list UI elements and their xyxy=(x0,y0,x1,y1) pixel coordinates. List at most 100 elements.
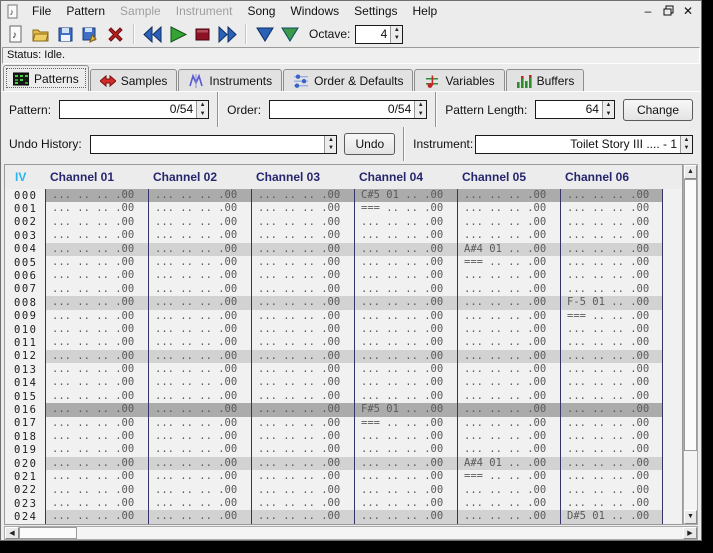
pattern-cell[interactable]: ... .. .. .00 xyxy=(148,510,251,524)
pattern-cell[interactable]: ... .. .. .00 xyxy=(45,296,148,310)
tracker-row[interactable]: 023... .. .. .00... .. .. .00... .. .. .… xyxy=(5,496,682,511)
tracker-row[interactable]: 005... .. .. .00... .. .. .00... .. .. .… xyxy=(5,255,682,270)
pattern-cell[interactable]: ... .. .. .00 xyxy=(354,282,457,297)
tab-samples[interactable]: Samples xyxy=(89,69,178,91)
pattern-cell[interactable]: ... .. .. .00 xyxy=(354,470,457,484)
undo-history-spin-buttons[interactable]: ▲ ▼ xyxy=(324,135,337,153)
pattern-cell[interactable]: ... .. .. .00 xyxy=(560,269,663,283)
pattern-cell[interactable]: ... .. .. .00 xyxy=(251,255,354,270)
tab-order-defaults[interactable]: Order & Defaults xyxy=(283,69,414,91)
pattern-cell[interactable]: ... .. .. .00 xyxy=(45,229,148,243)
pattern-cell[interactable]: ... .. .. .00 xyxy=(45,403,148,417)
menu-item-pattern[interactable]: Pattern xyxy=(59,3,112,19)
pattern-cell[interactable]: ... .. .. .00 xyxy=(560,215,663,230)
tracker-row[interactable]: 003... .. .. .00... .. .. .00... .. .. .… xyxy=(5,229,682,243)
tracker-row[interactable]: 016... .. .. .00... .. .. .00... .. .. .… xyxy=(5,403,682,417)
menu-item-windows[interactable]: Windows xyxy=(283,3,346,19)
pattern-cell[interactable]: ... .. .. .00 xyxy=(251,496,354,511)
octave-spin-buttons[interactable]: ▲ ▼ xyxy=(390,25,403,43)
horizontal-scrollbar[interactable]: ◀ ▶ xyxy=(4,525,698,540)
tracker-row[interactable]: 002... .. .. .00... .. .. .00... .. .. .… xyxy=(5,215,682,230)
tracker-grid[interactable]: 000... .. .. .00... .. .. .00... .. .. .… xyxy=(5,189,682,524)
tracker-row[interactable]: 006... .. .. .00... .. .. .00... .. .. .… xyxy=(5,269,682,283)
pattern-cell[interactable]: ... .. .. .00 xyxy=(148,349,251,364)
pattern-cell[interactable]: === .. .. .00 xyxy=(354,202,457,216)
tracker-row[interactable]: 019... .. .. .00... .. .. .00... .. .. .… xyxy=(5,443,682,457)
pattern-cell[interactable]: === .. .. .00 xyxy=(457,470,560,484)
pattern-cell[interactable]: ... .. .. .00 xyxy=(251,215,354,230)
pattern-cell[interactable]: ... .. .. .00 xyxy=(148,483,251,497)
pattern-cell[interactable]: ... .. .. .00 xyxy=(354,389,457,404)
pattern-cell[interactable]: ... .. .. .00 xyxy=(148,363,251,377)
pattern-cell[interactable]: ... .. .. .00 xyxy=(560,376,663,390)
pattern-cell[interactable]: ... .. .. .00 xyxy=(148,456,251,471)
scroll-left-icon[interactable]: ◀ xyxy=(5,526,19,539)
minimize-icon[interactable]: – xyxy=(642,5,654,17)
pattern-cell[interactable]: ... .. .. .00 xyxy=(354,456,457,471)
pattern-cell[interactable]: ... .. .. .00 xyxy=(45,389,148,404)
pattern-cell[interactable]: ... .. .. .00 xyxy=(560,189,663,203)
pattern-cell[interactable]: ... .. .. .00 xyxy=(148,202,251,216)
pattern-cell[interactable]: ... .. .. .00 xyxy=(148,229,251,243)
tracker-row[interactable]: 024... .. .. .00... .. .. .00... .. .. .… xyxy=(5,510,682,524)
pattern-cell[interactable]: ... .. .. .00 xyxy=(148,242,251,256)
tracker-row[interactable]: 015... .. .. .00... .. .. .00... .. .. .… xyxy=(5,389,682,404)
pattern-cell[interactable]: ... .. .. .00 xyxy=(354,322,457,337)
pattern-cell[interactable]: ... .. .. .00 xyxy=(457,269,560,283)
pattern-cell[interactable]: ... .. .. .00 xyxy=(560,242,663,256)
pattern-cell[interactable]: ... .. .. .00 xyxy=(251,389,354,404)
pattern-cell[interactable]: ... .. .. .00 xyxy=(45,376,148,390)
pattern-cell[interactable]: ... .. .. .00 xyxy=(560,430,663,444)
tracker-row[interactable]: 000... .. .. .00... .. .. .00... .. .. .… xyxy=(5,189,682,203)
open-icon[interactable] xyxy=(29,23,52,45)
pattern-cell[interactable]: ... .. .. .00 xyxy=(251,376,354,390)
pattern-spin-buttons[interactable]: ▲ ▼ xyxy=(196,101,209,118)
pattern-cell[interactable]: ... .. .. .00 xyxy=(45,322,148,337)
pattern-cell[interactable]: ... .. .. .00 xyxy=(45,282,148,297)
fast-forward-icon[interactable] xyxy=(216,23,239,45)
pattern-cell[interactable]: ... .. .. .00 xyxy=(354,443,457,457)
tab-patterns[interactable]: Patterns xyxy=(3,65,89,91)
tab-buffers[interactable]: Buffers xyxy=(505,69,585,91)
stop-icon[interactable] xyxy=(191,23,214,45)
pattern-cell[interactable]: ... .. .. .00 xyxy=(354,349,457,364)
pattern-cell[interactable]: ... .. .. .00 xyxy=(354,336,457,350)
pattern-cell[interactable]: ... .. .. .00 xyxy=(45,336,148,350)
pattern-cell[interactable]: ... .. .. .00 xyxy=(148,215,251,230)
pattern-cell[interactable]: ... .. .. .00 xyxy=(45,430,148,444)
octave-stepper[interactable]: 4 ▲ ▼ xyxy=(355,24,404,44)
pattern-cell[interactable]: ... .. .. .00 xyxy=(45,202,148,216)
pattern-cell[interactable]: ... .. .. .00 xyxy=(560,229,663,243)
pattern-cell[interactable]: ... .. .. .00 xyxy=(148,322,251,337)
pattern-cell[interactable]: ... .. .. .00 xyxy=(251,229,354,243)
pattern-cell[interactable]: D#5 01 .. .00 xyxy=(560,510,663,524)
pattern-cell[interactable]: ... .. .. .00 xyxy=(560,443,663,457)
pattern-cell[interactable]: ... .. .. .00 xyxy=(457,416,560,431)
menu-item-file[interactable]: File xyxy=(25,3,58,19)
pattern-cell[interactable]: ... .. .. .00 xyxy=(251,349,354,364)
pattern-cell[interactable]: ... .. .. .00 xyxy=(45,416,148,431)
delete-icon[interactable] xyxy=(104,23,127,45)
pattern-cell[interactable]: ... .. .. .00 xyxy=(457,496,560,511)
undo-button[interactable]: Undo xyxy=(344,133,396,155)
pattern-cell[interactable]: ... .. .. .00 xyxy=(148,189,251,203)
pattern-cell[interactable]: ... .. .. .00 xyxy=(457,336,560,350)
pattern-cell[interactable]: === .. .. .00 xyxy=(457,255,560,270)
pattern-cell[interactable]: ... .. .. .00 xyxy=(560,403,663,417)
pattern-cell[interactable]: ... .. .. .00 xyxy=(251,403,354,417)
tracker-row[interactable]: 013... .. .. .00... .. .. .00... .. .. .… xyxy=(5,363,682,377)
pattern-length-stepper[interactable]: 64 ▲ ▼ xyxy=(535,100,615,119)
pattern-length-spin-buttons[interactable]: ▲ ▼ xyxy=(601,101,614,118)
transpose-down-blue-icon[interactable] xyxy=(253,23,276,45)
pattern-cell[interactable]: ... .. .. .00 xyxy=(251,242,354,256)
pattern-cell[interactable]: === .. .. .00 xyxy=(560,309,663,323)
vertical-scroll-track[interactable] xyxy=(684,179,697,510)
tracker-row[interactable]: 014... .. .. .00... .. .. .00... .. .. .… xyxy=(5,376,682,390)
pattern-cell[interactable]: ... .. .. .00 xyxy=(457,322,560,337)
pattern-cell[interactable]: ... .. .. .00 xyxy=(251,430,354,444)
pattern-cell[interactable]: ... .. .. .00 xyxy=(560,389,663,404)
pattern-cell[interactable]: ... .. .. .00 xyxy=(148,376,251,390)
tab-variables[interactable]: Variables xyxy=(414,69,505,91)
menu-item-settings[interactable]: Settings xyxy=(347,3,404,19)
instrument-spin-buttons[interactable]: ▲ ▼ xyxy=(680,135,692,153)
